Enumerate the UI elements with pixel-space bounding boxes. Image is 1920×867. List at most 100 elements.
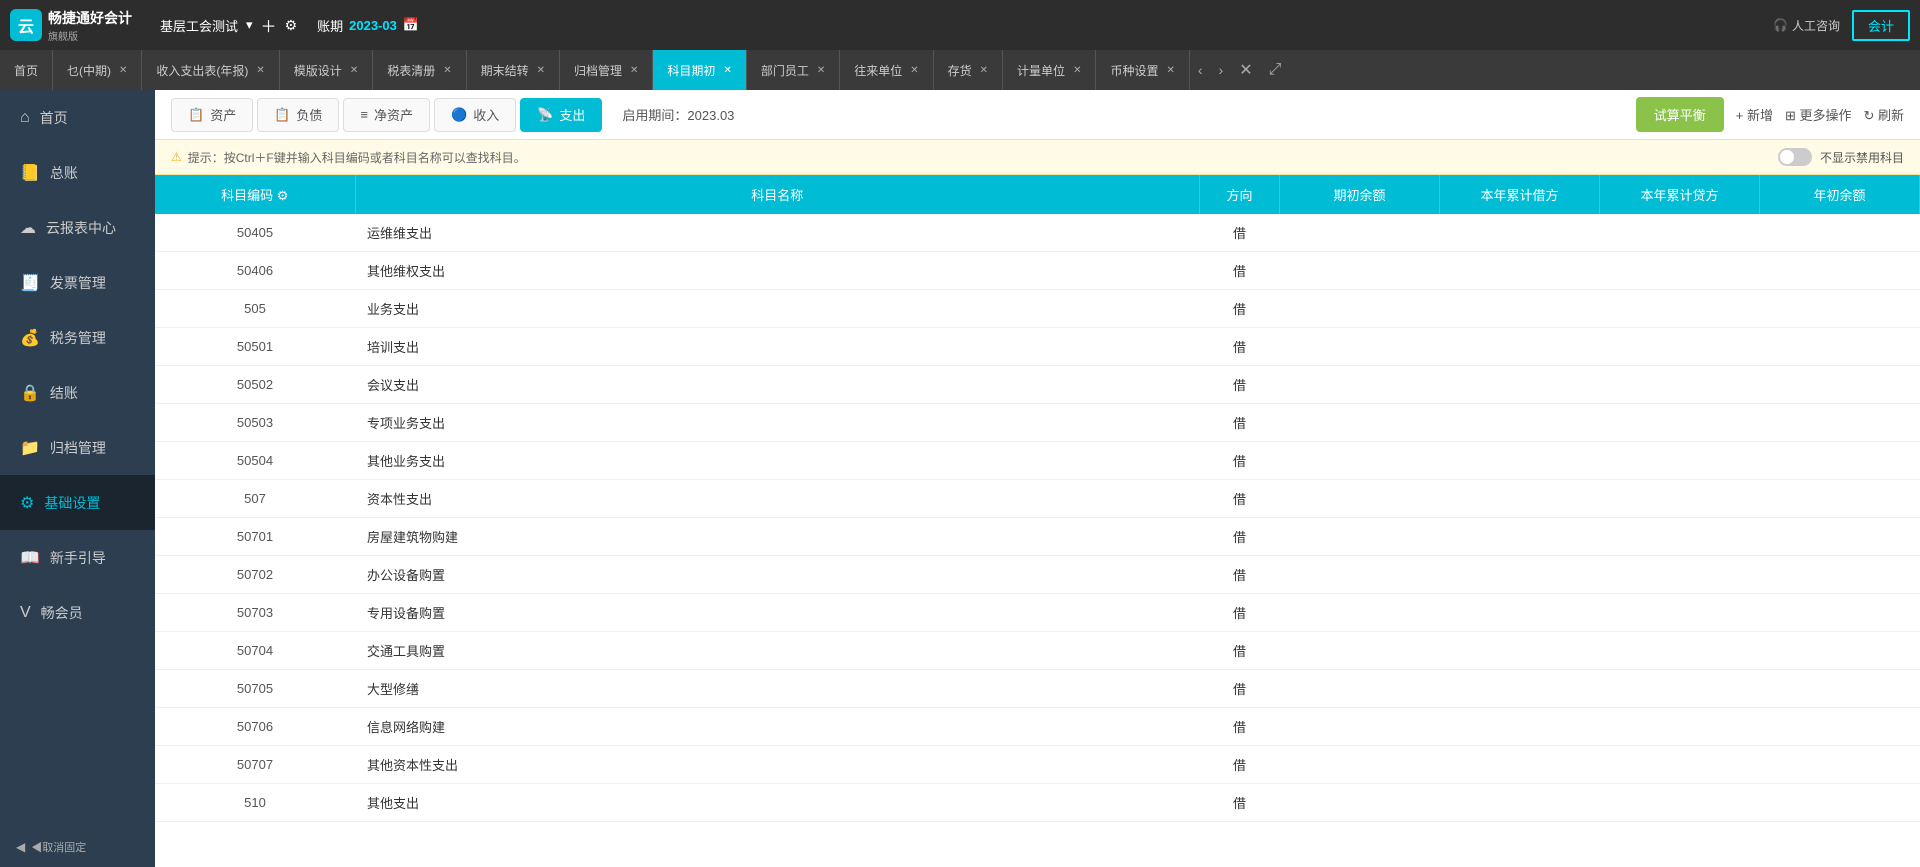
cell-ytd-credit (1600, 708, 1760, 746)
sidebar-item-invoice[interactable]: 🧾 发票管理 (0, 255, 155, 310)
col-header-initial-balance: 期初余额 (1280, 175, 1440, 214)
table-row[interactable]: 50706 信息网络购建 借 (155, 708, 1920, 746)
cell-dir: 借 (1200, 556, 1280, 594)
tab-department[interactable]: 部门员工 ✕ (747, 50, 840, 90)
close-icon[interactable]: ✕ (630, 65, 638, 76)
notice-bar: ⚠ 提示：按Ctrl＋F键并输入科目编码或者科目名称可以查找科目。 不显示禁用科… (155, 140, 1920, 175)
help-button[interactable]: 🎧 人工咨询 (1773, 17, 1840, 34)
period-label: 启用期间：2023.03 (622, 105, 734, 124)
tab-template[interactable]: 模版设计 ✕ (280, 50, 373, 90)
tab-next-icon[interactable]: › (1211, 50, 1232, 90)
sidebar-item-ledger[interactable]: 📒 总账 (0, 145, 155, 200)
filter-tab-liability[interactable]: 📋 负债 (257, 98, 339, 132)
close-accounts-icon: 🔒 (20, 383, 40, 403)
table-row[interactable]: 50405 运维维支出 借 (155, 214, 1920, 252)
close-icon[interactable]: ✕ (537, 65, 545, 76)
close-icon[interactable]: ✕ (119, 65, 127, 76)
sidebar-item-archive[interactable]: 📁 归档管理 (0, 420, 155, 475)
cell-ytd-debit (1440, 404, 1600, 442)
sidebar-item-settings[interactable]: ⚙ 基础设置 (0, 475, 155, 530)
close-all-tabs-icon[interactable]: ✕ (1231, 50, 1260, 90)
table-row[interactable]: 50701 房屋建筑物购建 借 (155, 518, 1920, 556)
cloud-icon: ☁ (20, 218, 36, 238)
cell-code: 510 (155, 784, 355, 822)
table-row[interactable]: 50707 其他资本性支出 借 (155, 746, 1920, 784)
close-icon[interactable]: ✕ (350, 65, 358, 76)
table-row[interactable]: 505 业务支出 借 (155, 290, 1920, 328)
sidebar-item-tax[interactable]: 💰 税务管理 (0, 310, 155, 365)
cell-name: 交通工具购置 (355, 632, 1200, 670)
table-row[interactable]: 50501 培训支出 借 (155, 328, 1920, 366)
table-row[interactable]: 50503 专项业务支出 借 (155, 404, 1920, 442)
settings-icon[interactable]: ⚙ (285, 17, 298, 34)
table-row[interactable]: 50502 会议支出 借 (155, 366, 1920, 404)
kuaiji-button[interactable]: 会计 (1852, 10, 1910, 41)
add-icon[interactable]: ＋ (261, 13, 277, 37)
table-row[interactable]: 50703 专用设备购置 借 (155, 594, 1920, 632)
cell-year-balance (1760, 290, 1920, 328)
tab-contacts[interactable]: 往来单位 ✕ (840, 50, 933, 90)
table-row[interactable]: 507 资本性支出 借 (155, 480, 1920, 518)
more-button[interactable]: ⊞ 更多操作 (1785, 105, 1852, 124)
add-button[interactable]: + 新增 (1736, 105, 1773, 124)
collapse-label: ◀取消固定 (31, 839, 86, 855)
tab-period-close[interactable]: 期末结转 ✕ (467, 50, 560, 90)
refresh-button[interactable]: ↻ 刷新 (1863, 105, 1904, 124)
sidebar-collapse-button[interactable]: ◀ ◀取消固定 (0, 827, 155, 867)
filter-tab-asset[interactable]: 📋 资产 (171, 98, 253, 132)
tab-inventory[interactable]: 存货 ✕ (934, 50, 1003, 90)
cell-code: 50707 (155, 746, 355, 784)
close-icon[interactable]: ✕ (980, 65, 988, 76)
cell-code: 50706 (155, 708, 355, 746)
tab-currency[interactable]: 币种设置 ✕ (1096, 50, 1189, 90)
cell-dir: 借 (1200, 746, 1280, 784)
expand-icon[interactable]: ⤢ (1261, 50, 1290, 90)
sidebar-item-label: 税务管理 (50, 328, 106, 348)
table-row[interactable]: 50704 交通工具购置 借 (155, 632, 1920, 670)
filter-tab-expense[interactable]: 📡 支出 (520, 98, 602, 132)
cell-code: 50701 (155, 518, 355, 556)
table-row[interactable]: 50705 大型修缮 借 (155, 670, 1920, 708)
filter-tab-income[interactable]: 🔵 收入 (434, 98, 516, 132)
cell-name: 会议支出 (355, 366, 1200, 404)
tab-subject-initial[interactable]: 科目期初 ✕ (653, 50, 746, 90)
tab-annual[interactable]: 收入支出表(年报) ✕ (142, 50, 279, 90)
close-icon[interactable]: ✕ (1166, 65, 1174, 76)
table-row[interactable]: 510 其他支出 借 (155, 784, 1920, 822)
close-icon[interactable]: ✕ (910, 65, 918, 76)
sidebar-item-close[interactable]: 🔒 结账 (0, 365, 155, 420)
tab-mid[interactable]: 乜(中期) ✕ (53, 50, 142, 90)
cell-ytd-debit (1440, 290, 1600, 328)
table-row[interactable]: 50406 其他维权支出 借 (155, 252, 1920, 290)
table-row[interactable]: 50504 其他业务支出 借 (155, 442, 1920, 480)
sidebar-item-guide[interactable]: 📖 新手引导 (0, 530, 155, 585)
close-icon[interactable]: ✕ (256, 65, 264, 76)
sidebar-item-label: 结账 (50, 383, 78, 403)
guide-icon: 📖 (20, 548, 40, 568)
tab-unit[interactable]: 计量单位 ✕ (1003, 50, 1096, 90)
sidebar-item-member[interactable]: V 畅会员 (0, 585, 155, 640)
table-row[interactable]: 50702 办公设备购置 借 (155, 556, 1920, 594)
col-settings-icon[interactable]: ⚙ (277, 188, 289, 203)
tab-prev-icon[interactable]: ‹ (1190, 50, 1211, 90)
cell-year-balance (1760, 632, 1920, 670)
sidebar-item-reports[interactable]: ☁ 云报表中心 (0, 200, 155, 255)
col-header-year-balance: 年初余额 (1760, 175, 1920, 214)
sidebar-item-home[interactable]: ⌂ 首页 (0, 90, 155, 145)
filter-tab-net[interactable]: ≡ 净资产 (343, 98, 430, 132)
close-icon[interactable]: ✕ (817, 65, 825, 76)
cell-ytd-credit (1600, 404, 1760, 442)
cell-name: 信息网络购建 (355, 708, 1200, 746)
period-display: 账期 2023-03 📅 (317, 16, 419, 35)
tab-archive[interactable]: 归档管理 ✕ (560, 50, 653, 90)
project-selector[interactable]: 基层工会测试 ▾ ＋ ⚙ (160, 13, 297, 37)
cell-year-balance (1760, 328, 1920, 366)
calendar-icon[interactable]: 📅 (403, 17, 419, 33)
close-icon[interactable]: ✕ (443, 65, 451, 76)
toggle-disabled-subjects[interactable] (1778, 148, 1812, 166)
calc-balance-button[interactable]: 试算平衡 (1636, 97, 1724, 132)
close-icon[interactable]: ✕ (723, 65, 731, 76)
tab-tax-table[interactable]: 税表清册 ✕ (373, 50, 466, 90)
close-icon[interactable]: ✕ (1073, 65, 1081, 76)
tab-home[interactable]: 首页 (0, 50, 53, 90)
